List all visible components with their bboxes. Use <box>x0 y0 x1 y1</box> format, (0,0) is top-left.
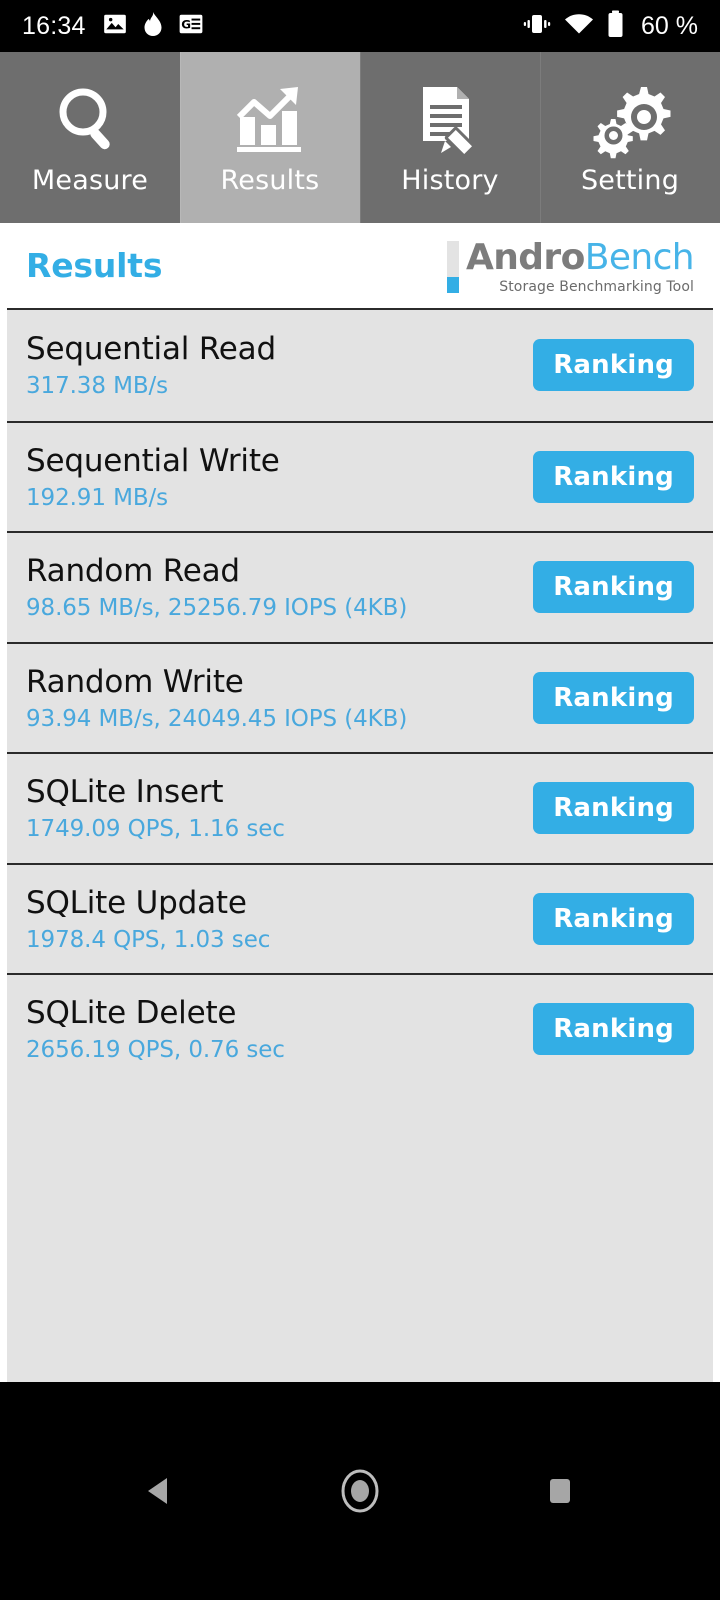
logo-mark-icon <box>446 240 459 293</box>
results-list: Sequential Read 317.38 MB/s Ranking Sequent… <box>7 308 713 1382</box>
result-text: Sequential Write 192.91 MB/s <box>26 443 280 511</box>
result-name: Sequential Write <box>26 442 280 479</box>
result-row: Sequential Read 317.38 MB/s Ranking <box>7 310 713 421</box>
ranking-button[interactable]: Ranking <box>533 339 694 392</box>
tab-results-label: Results <box>220 165 320 196</box>
result-text: SQLite Update 1978.4 QPS, 1.03 sec <box>26 885 270 953</box>
result-name: SQLite Insert <box>26 774 224 811</box>
svg-text:G: G <box>181 17 191 31</box>
ranking-button[interactable]: Ranking <box>533 782 694 835</box>
result-text: SQLite Insert 1749.09 QPS, 1.16 sec <box>26 774 285 842</box>
tab-setting[interactable]: Setting <box>540 52 720 223</box>
tab-bar: Measure Results History Setting <box>0 52 720 223</box>
result-name: Sequential Read <box>26 331 276 368</box>
tab-setting-label: Setting <box>580 165 680 196</box>
logo-subtitle: Storage Benchmarking Tool <box>499 278 694 295</box>
tab-history-label: History <box>401 165 499 196</box>
content-area: Results AndroBench Storage Benchmarking … <box>0 223 720 1382</box>
ranking-button[interactable]: Ranking <box>533 561 694 614</box>
home-button[interactable] <box>300 1431 420 1551</box>
logo-word-andro: Andro <box>465 236 585 278</box>
status-system-icons: 60 % <box>523 10 698 43</box>
result-value: 1749.09 QPS, 1.16 sec <box>26 816 285 843</box>
result-value: 192.91 MB/s <box>26 484 169 511</box>
results-header: Results AndroBench Storage Benchmarking … <box>7 223 713 308</box>
phone-screen: 16:34 G 60 % Measure Results History Set… <box>0 0 720 1600</box>
result-text: SQLite Delete 2656.19 QPS, 0.76 sec <box>26 995 285 1063</box>
result-value: 1978.4 QPS, 1.03 sec <box>26 926 271 953</box>
battery-percent: 60 % <box>641 11 698 40</box>
document-pencil-icon <box>411 79 489 161</box>
result-name: Random Write <box>26 663 244 700</box>
system-navigation-bar <box>0 1382 720 1600</box>
ranking-button[interactable]: Ranking <box>533 892 694 945</box>
result-row: SQLite Insert 1749.09 QPS, 1.16 sec Rankin… <box>7 752 713 863</box>
result-value: 2656.19 QPS, 0.76 sec <box>26 1037 285 1064</box>
battery-icon <box>607 10 624 43</box>
ranking-button[interactable]: Ranking <box>533 671 694 724</box>
back-button[interactable] <box>100 1431 220 1551</box>
status-clock: 16:34 <box>22 11 86 40</box>
page-title: Results <box>26 246 163 285</box>
ranking-button[interactable]: Ranking <box>533 1003 694 1056</box>
tab-results[interactable]: Results <box>180 52 360 223</box>
status-bar: 16:34 G 60 % <box>0 0 720 52</box>
result-row: Random Write 93.94 MB/s, 24049.45 IOPS (4… <box>7 641 713 753</box>
tab-history[interactable]: History <box>360 52 540 223</box>
result-text: Random Read 98.65 MB/s, 25256.79 IOPS (4K… <box>26 553 407 621</box>
result-name: Random Read <box>26 553 240 590</box>
image-icon <box>102 11 128 42</box>
magnifier-icon <box>51 79 129 161</box>
wifi-icon <box>564 12 594 41</box>
ranking-button[interactable]: Ranking <box>533 450 694 503</box>
vibrate-icon <box>523 11 551 42</box>
logo-word-bench: Bench <box>584 236 695 278</box>
gears-icon <box>589 79 671 161</box>
androbench-logo: AndroBench Storage Benchmarking Tool <box>446 236 695 295</box>
flame-icon <box>141 11 165 42</box>
result-row: SQLite Update 1978.4 QPS, 1.03 sec Ranking <box>7 862 713 974</box>
tab-measure[interactable]: Measure <box>0 52 180 223</box>
result-value: 98.65 MB/s, 25256.79 IOPS (4KB) <box>26 595 408 622</box>
result-value: 317.38 MB/s <box>26 373 169 400</box>
google-news-icon: G <box>178 11 204 42</box>
recents-button[interactable] <box>500 1431 620 1551</box>
status-notification-icons: G <box>102 11 204 42</box>
result-value: 93.94 MB/s, 24049.45 IOPS (4KB) <box>26 705 408 732</box>
result-name: SQLite Delete <box>26 995 237 1032</box>
result-row: Sequential Write 192.91 MB/s Ranking <box>7 420 713 532</box>
result-text: Random Write 93.94 MB/s, 24049.45 IOPS (4… <box>26 664 407 732</box>
bar-chart-icon <box>230 79 310 161</box>
result-text: Sequential Read 317.38 MB/s <box>26 331 276 399</box>
result-row: SQLite Delete 2656.19 QPS, 0.76 sec Rankin… <box>7 973 713 1084</box>
result-row: Random Read 98.65 MB/s, 25256.79 IOPS (4K… <box>7 531 713 642</box>
result-name: SQLite Update <box>26 884 247 921</box>
tab-measure-label: Measure <box>31 165 149 196</box>
